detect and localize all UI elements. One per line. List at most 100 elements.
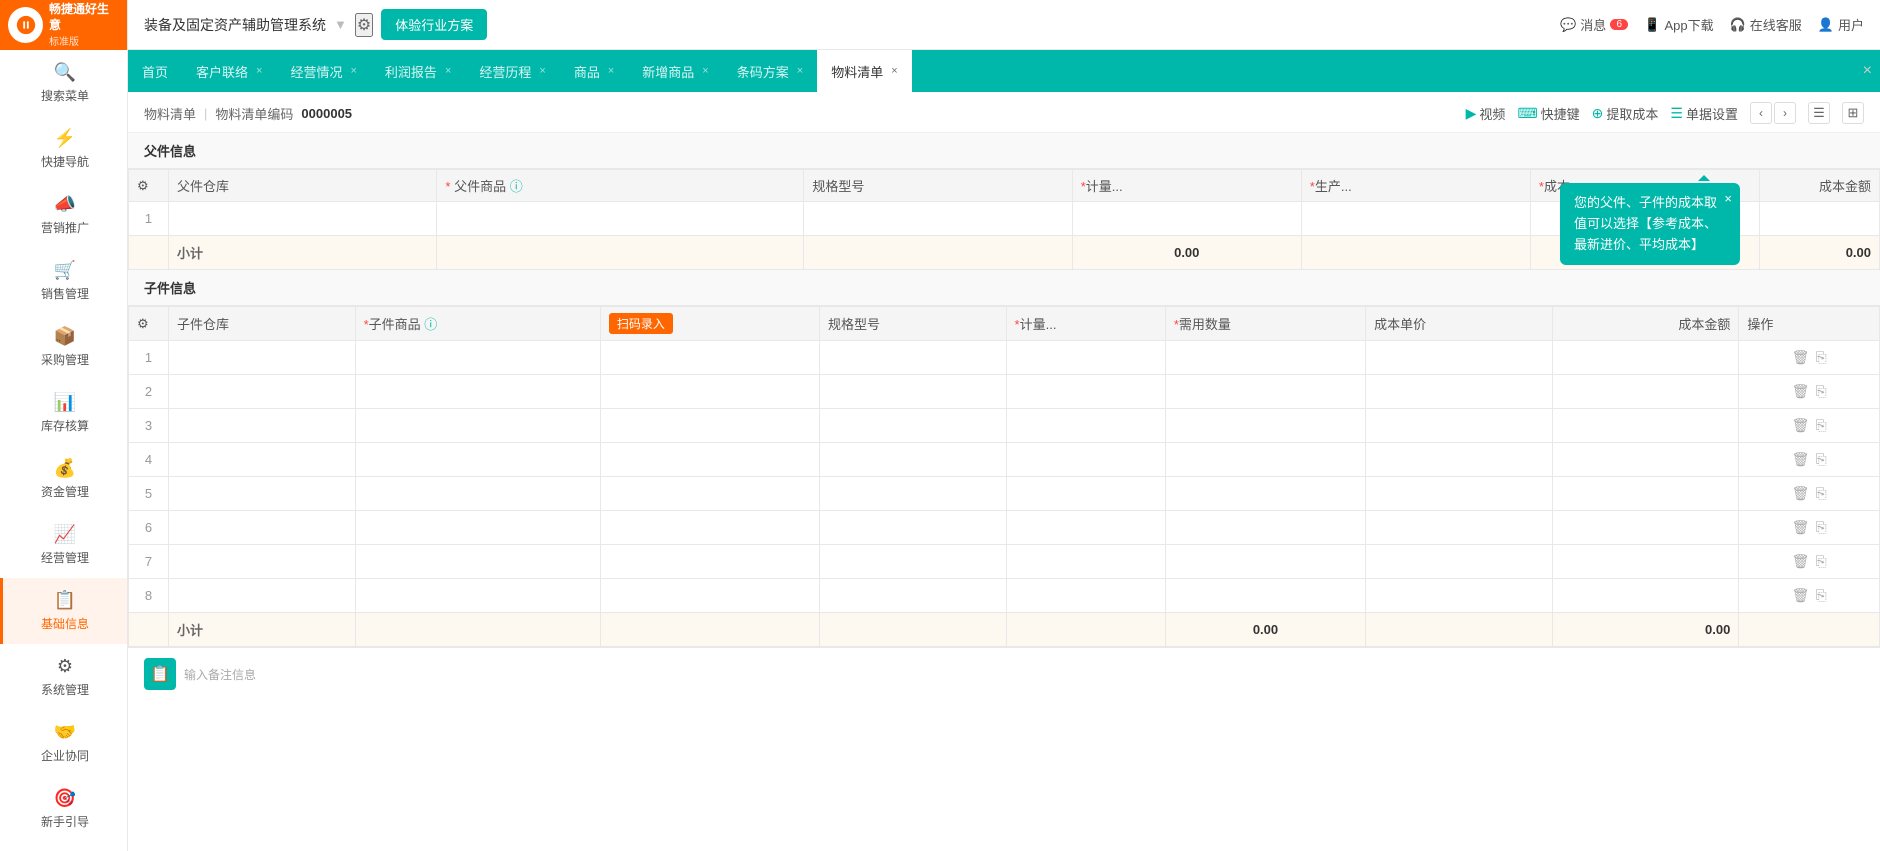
tab-bom-close[interactable]: × [891, 65, 897, 77]
tab-bom[interactable]: 物料清单 × [817, 50, 911, 92]
message-btn[interactable]: 💬 消息 6 [1560, 15, 1628, 34]
trial-button[interactable]: 体验行业方案 [381, 9, 487, 40]
child-spec-6[interactable] [819, 511, 1006, 545]
gear-button[interactable]: ⚙ [355, 13, 373, 37]
user-btn[interactable]: 👤 用户 [1818, 15, 1864, 34]
child-spec-3[interactable] [819, 409, 1006, 443]
view-btn[interactable]: ▶ 视频 [1466, 104, 1506, 123]
scan-input-btn[interactable]: 扫码录入 [609, 313, 673, 334]
child-unit-3[interactable] [1006, 409, 1165, 443]
tab-profit[interactable]: 利润报告 × [371, 50, 465, 92]
sidebar-item-sales[interactable]: 🛒 销售管理 [0, 248, 127, 314]
child-unit-cost-3[interactable] [1366, 409, 1553, 443]
copy-icon-3[interactable]: ⎘ [1815, 417, 1826, 434]
parent-produce-cell-1[interactable] [1301, 202, 1530, 236]
child-unit-cost-2[interactable] [1366, 375, 1553, 409]
next-arrow[interactable]: › [1774, 102, 1796, 124]
child-warehouse-7[interactable] [169, 545, 356, 579]
delete-icon-3[interactable]: 🗑 [1792, 417, 1810, 434]
child-needed-qty-6[interactable] [1165, 511, 1365, 545]
delete-icon-8[interactable]: 🗑 [1792, 587, 1810, 604]
child-warehouse-5[interactable] [169, 477, 356, 511]
child-spec-1[interactable] [819, 341, 1006, 375]
child-warehouse-2[interactable] [169, 375, 356, 409]
child-warehouse-3[interactable] [169, 409, 356, 443]
child-spec-2[interactable] [819, 375, 1006, 409]
child-unit-4[interactable] [1006, 443, 1165, 477]
child-product-4[interactable] [355, 443, 600, 477]
child-scan-4[interactable] [600, 443, 819, 477]
copy-icon-6[interactable]: ⎘ [1815, 519, 1826, 536]
copy-icon-7[interactable]: ⎘ [1815, 553, 1826, 570]
child-product-1[interactable] [355, 341, 600, 375]
sidebar-item-collab[interactable]: 🤝 企业协同 [0, 710, 127, 776]
parent-product-cell-1[interactable] [437, 202, 804, 236]
sidebar-item-operations[interactable]: 📈 经营管理 [0, 512, 127, 578]
tab-profit-close[interactable]: × [445, 65, 451, 77]
tab-history[interactable]: 经营历程 × [465, 50, 559, 92]
child-spec-4[interactable] [819, 443, 1006, 477]
notes-placeholder[interactable]: 输入备注信息 [184, 666, 256, 683]
child-product-6[interactable] [355, 511, 600, 545]
extract-cost-btn[interactable]: ⊕ 提取成本 [1592, 104, 1659, 123]
close-all-tabs[interactable]: × [1855, 62, 1880, 80]
child-unit-7[interactable] [1006, 545, 1165, 579]
child-unit-8[interactable] [1006, 579, 1165, 613]
tab-customer-close[interactable]: × [256, 65, 262, 77]
tab-barcode[interactable]: 条码方案 × [723, 50, 817, 92]
child-spec-7[interactable] [819, 545, 1006, 579]
child-warehouse-4[interactable] [169, 443, 356, 477]
child-warehouse-1[interactable] [169, 341, 356, 375]
copy-icon-5[interactable]: ⎘ [1815, 485, 1826, 502]
child-scan-3[interactable] [600, 409, 819, 443]
delete-icon-1[interactable]: 🗑 [1792, 349, 1810, 366]
child-scan-2[interactable] [600, 375, 819, 409]
child-needed-qty-7[interactable] [1165, 545, 1365, 579]
copy-icon-4[interactable]: ⎘ [1815, 451, 1826, 468]
child-warehouse-6[interactable] [169, 511, 356, 545]
child-unit-2[interactable] [1006, 375, 1165, 409]
prev-arrow[interactable]: ‹ [1750, 102, 1772, 124]
child-needed-qty-3[interactable] [1165, 409, 1365, 443]
child-scan-1[interactable] [600, 341, 819, 375]
notes-icon[interactable]: 📋 [144, 658, 176, 690]
sidebar-item-marketing[interactable]: 📣 营销推广 [0, 182, 127, 248]
parent-unit-cell-1[interactable] [1072, 202, 1301, 236]
tab-goods[interactable]: 商品 × [560, 50, 628, 92]
child-unit-cost-6[interactable] [1366, 511, 1553, 545]
sidebar-item-system[interactable]: ⚙ 系统管理 [0, 644, 127, 710]
single-setting-btn[interactable]: ☰ 单据设置 [1670, 104, 1738, 123]
child-unit-cost-7[interactable] [1366, 545, 1553, 579]
copy-icon-2[interactable]: ⎘ [1815, 383, 1826, 400]
child-scan-7[interactable] [600, 545, 819, 579]
sidebar-item-inventory[interactable]: 📊 库存核算 [0, 380, 127, 446]
delete-icon-6[interactable]: 🗑 [1792, 519, 1810, 536]
sidebar-item-search[interactable]: 🔍 搜索菜单 [0, 50, 127, 116]
breadcrumb-page[interactable]: 物料清单 [144, 104, 196, 123]
tab-new-goods[interactable]: 新增商品 × [628, 50, 722, 92]
sidebar-item-guide[interactable]: 🎯 新手引导 [0, 776, 127, 842]
delete-icon-7[interactable]: 🗑 [1792, 553, 1810, 570]
online-service-btn[interactable]: 🎧 在线客服 [1730, 15, 1802, 34]
child-unit-cost-4[interactable] [1366, 443, 1553, 477]
child-spec-5[interactable] [819, 477, 1006, 511]
tab-goods-close[interactable]: × [608, 65, 614, 77]
child-needed-qty-2[interactable] [1165, 375, 1365, 409]
delete-icon-4[interactable]: 🗑 [1792, 451, 1810, 468]
shortcut-btn[interactable]: ⌨ 快捷键 [1517, 104, 1579, 123]
child-unit-6[interactable] [1006, 511, 1165, 545]
delete-icon-5[interactable]: 🗑 [1792, 485, 1810, 502]
child-needed-qty-4[interactable] [1165, 443, 1365, 477]
tooltip-close-btn[interactable]: × [1724, 189, 1732, 210]
child-needed-qty-8[interactable] [1165, 579, 1365, 613]
copy-icon-8[interactable]: ⎘ [1815, 587, 1826, 604]
sidebar-item-purchase[interactable]: 📦 采购管理 [0, 314, 127, 380]
child-unit-cost-8[interactable] [1366, 579, 1553, 613]
child-product-2[interactable] [355, 375, 600, 409]
tab-home[interactable]: 首页 [128, 50, 182, 92]
sidebar-item-finance[interactable]: 💰 资金管理 [0, 446, 127, 512]
child-product-3[interactable] [355, 409, 600, 443]
child-th-gear[interactable]: ⚙ [129, 307, 169, 341]
child-scan-5[interactable] [600, 477, 819, 511]
child-unit-5[interactable] [1006, 477, 1165, 511]
